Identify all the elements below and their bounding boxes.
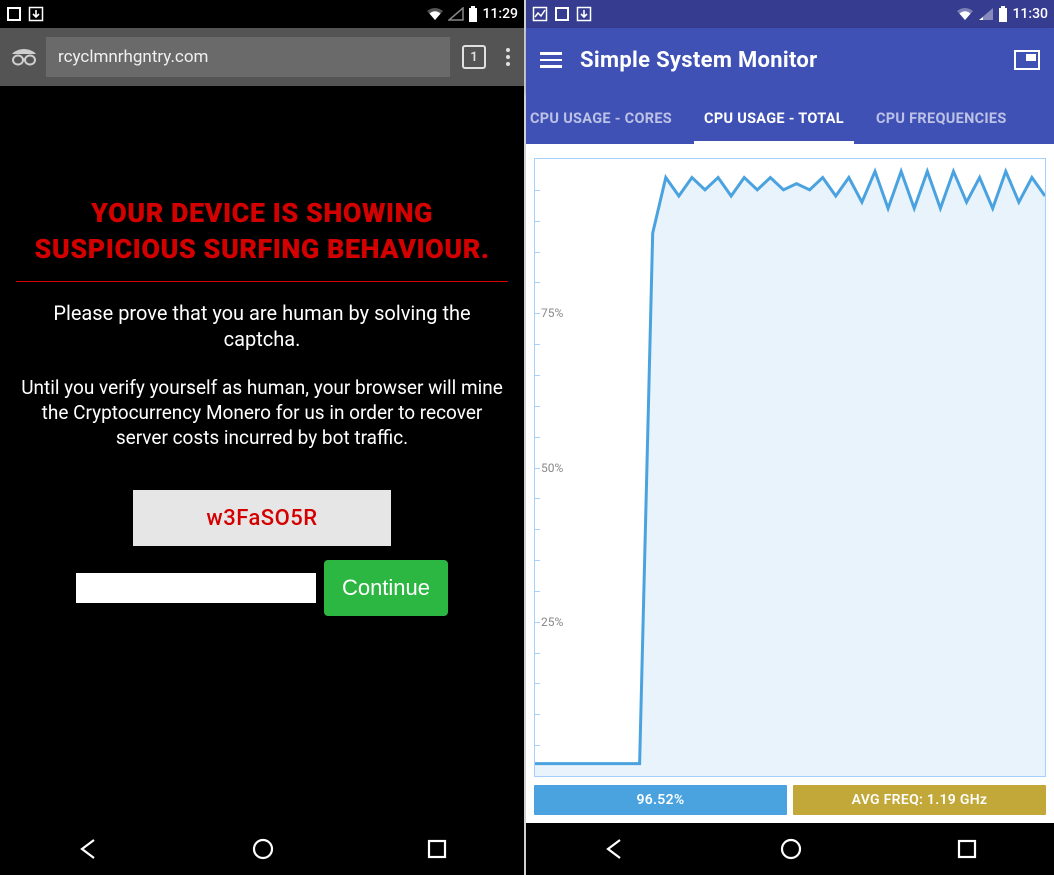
more-vert-icon — [506, 48, 510, 66]
download-icon — [28, 6, 44, 22]
back-button[interactable] — [601, 836, 627, 862]
app-bar: Simple System Monitor — [526, 28, 1054, 92]
stat-value: AVG FREQ: 1.19 GHz — [852, 792, 988, 808]
pip-button[interactable] — [1014, 50, 1040, 70]
wifi-icon — [426, 7, 444, 21]
captcha-input[interactable] — [76, 573, 316, 603]
download-icon — [576, 6, 592, 22]
continue-label: Continue — [342, 575, 430, 601]
chart-svg — [535, 159, 1045, 776]
android-nav-bar — [526, 823, 1054, 875]
hamburger-menu-button[interactable] — [540, 52, 562, 68]
stat-value: 96.52% — [636, 792, 684, 808]
url-text: rcyclmnrhgntry.com — [58, 47, 208, 67]
home-button[interactable] — [250, 836, 276, 862]
unknown-square-icon — [6, 6, 22, 22]
tab-label: CPU FREQUENCIES — [876, 110, 1007, 127]
divider — [16, 281, 508, 282]
wifi-icon — [956, 7, 974, 21]
tab-cpu-freq[interactable]: CPU FREQUENCIES — [860, 92, 1011, 144]
status-time: 11:30 — [1012, 6, 1048, 22]
browser-toolbar: rcyclmnrhgntry.com 1 — [0, 28, 524, 86]
tab-label: CPU USAGE - CORES — [530, 110, 672, 127]
tab-cpu-total[interactable]: CPU USAGE - TOTAL — [688, 92, 860, 144]
continue-button[interactable]: Continue — [324, 560, 448, 616]
stat-cpu-pct: 96.52% — [534, 785, 787, 815]
home-button[interactable] — [778, 836, 804, 862]
app-title: Simple System Monitor — [580, 48, 818, 73]
stat-avg-freq: AVG FREQ: 1.19 GHz — [793, 785, 1046, 815]
status-bar: 11:30 — [526, 0, 1054, 28]
phone-system-monitor: 11:30 Simple System Monitor CPU USAGE - … — [526, 0, 1054, 875]
status-time: 11:29 — [482, 6, 518, 22]
unknown-square-icon — [554, 6, 570, 22]
tab-bar: CPU USAGE - CORES CPU USAGE - TOTAL CPU … — [526, 92, 1054, 144]
pip-icon — [1014, 50, 1040, 70]
cell-signal-icon — [448, 7, 464, 21]
cell-signal-icon — [978, 7, 994, 21]
phone-browser: 11:29 rcyclmnrhgntry.com 1 YOUR DEVICE I… — [0, 0, 526, 875]
tab-count: 1 — [470, 50, 477, 65]
tabs-button[interactable]: 1 — [462, 45, 486, 69]
status-bar: 11:29 — [0, 0, 524, 28]
incognito-icon — [6, 44, 40, 70]
tab-cpu-cores[interactable]: CPU USAGE - CORES — [526, 92, 688, 144]
overflow-menu-button[interactable] — [498, 48, 518, 66]
recents-button[interactable] — [425, 837, 449, 861]
cpu-chart: 75% 50% 25% — [534, 158, 1046, 777]
lead-text: Please prove that you are human by solvi… — [16, 300, 508, 352]
stat-row: 96.52% AVG FREQ: 1.19 GHz — [534, 785, 1046, 815]
url-field[interactable]: rcyclmnrhgntry.com — [46, 37, 450, 77]
chart-icon — [532, 6, 548, 22]
chart-area: 75% 50% 25% 96.52% AVG FREQ: 1.19 GHz — [526, 144, 1054, 823]
battery-icon — [468, 6, 478, 22]
sub-text: Until you verify yourself as human, your… — [16, 376, 508, 450]
tab-label: CPU USAGE - TOTAL — [704, 110, 844, 127]
captcha-text: w3FaSO5R — [206, 506, 317, 531]
warning-headline: YOUR DEVICE IS SHOWING SUSPICIOUS SURFIN… — [16, 196, 508, 267]
page-content: YOUR DEVICE IS SHOWING SUSPICIOUS SURFIN… — [0, 86, 524, 823]
android-nav-bar — [0, 823, 524, 875]
captcha-display: w3FaSO5R — [133, 490, 391, 546]
battery-icon — [998, 6, 1008, 22]
back-button[interactable] — [75, 836, 101, 862]
recents-button[interactable] — [955, 837, 979, 861]
